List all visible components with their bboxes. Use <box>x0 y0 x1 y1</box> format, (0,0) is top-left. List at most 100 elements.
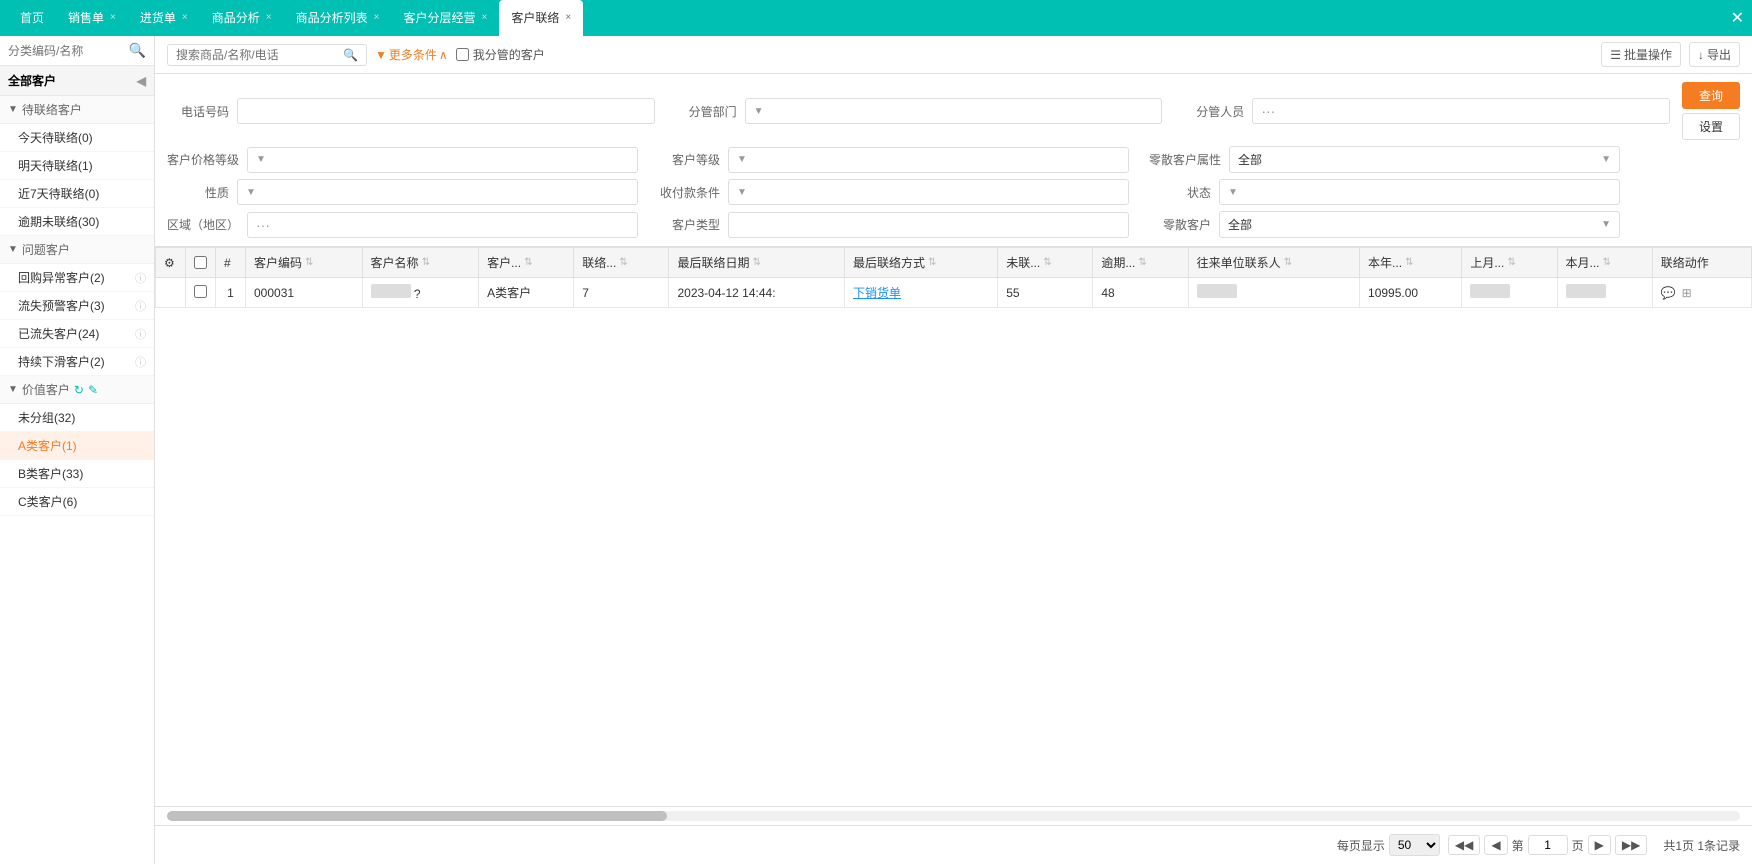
edit-icon[interactable]: ✎ <box>88 383 98 397</box>
th-last-contact-method[interactable]: 最后联络方式 ⇅ <box>845 248 998 278</box>
th-this-month[interactable]: 本月... ⇅ <box>1557 248 1652 278</box>
td-last-method[interactable]: 下销货单 <box>845 278 998 308</box>
nav-tab-0[interactable]: 销售单 × <box>56 0 128 36</box>
th-this-year[interactable]: 本年... ⇅ <box>1360 248 1462 278</box>
sidebar-item-repurchase-abnormal[interactable]: 回购异常客户(2) ⓘ <box>0 264 154 292</box>
sort-icon-type[interactable]: ⇅ <box>524 257 532 268</box>
customer-type-input[interactable] <box>728 212 1129 238</box>
nav-tab-3[interactable]: 商品分析列表 × <box>284 0 392 36</box>
th-checkbox[interactable] <box>186 248 216 278</box>
th-code[interactable]: 客户编码 ⇅ <box>246 248 363 278</box>
per-page-select[interactable]: 50 100 200 <box>1389 834 1440 856</box>
sidebar-item-class-c[interactable]: C类客户(6) <box>0 488 154 516</box>
dept-select[interactable]: ▼ <box>745 98 1163 124</box>
sidebar-item-overdue[interactable]: 逾期未联络(30) <box>0 208 154 236</box>
sort-icon-name[interactable]: ⇅ <box>422 257 430 268</box>
nav-tab-4[interactable]: 客户分层经营 × <box>391 0 499 36</box>
payment-select[interactable]: ▼ <box>728 179 1129 205</box>
grid-icon[interactable]: ⊞ <box>1682 286 1692 300</box>
prev-page-button[interactable]: ◀ <box>1484 835 1507 855</box>
sort-icon-year[interactable]: ⇅ <box>1405 257 1413 268</box>
sort-icon-last-month[interactable]: ⇅ <box>1507 257 1515 268</box>
th-name[interactable]: 客户名称 ⇅ <box>362 248 479 278</box>
row-last-method[interactable]: 下销货单 <box>853 286 901 300</box>
sidebar-all-customers[interactable]: 全部客户 ◀ <box>0 66 154 96</box>
retail-attr-select[interactable]: 全部 ▼ <box>1229 146 1620 173</box>
th-settings[interactable]: ⚙ <box>156 248 186 278</box>
sort-icon-method[interactable]: ⇅ <box>928 257 936 268</box>
row-checkbox[interactable] <box>194 285 207 298</box>
sidebar-item-lost-warning[interactable]: 流失预警客户(3) ⓘ <box>0 292 154 320</box>
sidebar-item-class-b[interactable]: B类客户(33) <box>0 460 154 488</box>
my-customers-checkbox[interactable] <box>456 48 469 61</box>
scroll-thumb[interactable] <box>167 811 667 821</box>
sort-icon-code[interactable]: ⇅ <box>305 257 313 268</box>
chat-icon[interactable]: 💬 <box>1661 286 1676 300</box>
sidebar-group-pending[interactable]: ▼ 待联络客户 <box>0 96 154 124</box>
sidebar-item-lost[interactable]: 已流失客户(24) ⓘ <box>0 320 154 348</box>
th-overdue[interactable]: 逾期... ⇅ <box>1093 248 1188 278</box>
query-button[interactable]: 查询 <box>1682 82 1740 109</box>
manager-input[interactable]: ··· <box>1252 98 1670 124</box>
tab-close-3[interactable]: × <box>374 0 380 36</box>
page-input[interactable] <box>1528 835 1568 855</box>
th-last-month[interactable]: 上月... ⇅ <box>1462 248 1557 278</box>
sidebar-collapse-icons[interactable]: ◀ <box>137 74 146 88</box>
sort-icon-date[interactable]: ⇅ <box>752 257 760 268</box>
export-button[interactable]: ↓ 导出 <box>1689 42 1740 67</box>
sidebar-group-value[interactable]: ▼ 价值客户 ↻ ✎ <box>0 376 154 404</box>
sidebar-search-input[interactable] <box>8 44 129 58</box>
data-table-wrapper[interactable]: ⚙ # 客户编码 ⇅ <box>155 247 1752 806</box>
sidebar-item-7days[interactable]: 近7天待联络(0) <box>0 180 154 208</box>
sort-icon-overdue[interactable]: ⇅ <box>1138 257 1146 268</box>
nav-tab-1[interactable]: 进货单 × <box>128 0 200 36</box>
sidebar-item-today[interactable]: 今天待联络(0) <box>0 124 154 152</box>
sidebar-item-declining[interactable]: 持续下滑客户(2) ⓘ <box>0 348 154 376</box>
customer-grade-select[interactable]: ▼ <box>728 147 1129 173</box>
th-customer-type[interactable]: 客户... ⇅ <box>479 248 574 278</box>
sort-icon-uncontacted[interactable]: ⇅ <box>1043 257 1051 268</box>
sort-icon-contact[interactable]: ⇅ <box>619 257 627 268</box>
sidebar-item-class-a[interactable]: A类客户(1) <box>0 432 154 460</box>
sidebar-search-icon[interactable]: 🔍 <box>129 42 146 59</box>
horizontal-scroll-area[interactable] <box>155 806 1752 825</box>
batch-ops-button[interactable]: ☰ 批量操作 <box>1601 42 1681 67</box>
th-uncontacted[interactable]: 未联... ⇅ <box>998 248 1093 278</box>
nav-tab-2[interactable]: 商品分析 × <box>200 0 284 36</box>
th-company-contact[interactable]: 往来单位联系人 ⇅ <box>1188 248 1359 278</box>
settings-button[interactable]: 设置 <box>1682 113 1740 140</box>
window-close-button[interactable]: ✕ <box>1731 8 1744 28</box>
tab-close-0[interactable]: × <box>110 0 116 36</box>
last-page-button[interactable]: ▶▶ <box>1615 835 1647 855</box>
select-all-checkbox[interactable] <box>194 256 207 269</box>
th-contact-count[interactable]: 联络... ⇅ <box>574 248 669 278</box>
th-last-contact-date[interactable]: 最后联络日期 ⇅ <box>669 248 845 278</box>
refresh-icon[interactable]: ↻ <box>74 383 84 397</box>
sidebar-item-unclassified[interactable]: 未分组(32) <box>0 404 154 432</box>
price-grade-select[interactable]: ▼ <box>247 147 638 173</box>
nav-tab-5[interactable]: 客户联络 × <box>499 0 583 36</box>
retail-customer-select[interactable]: 全部 ▼ <box>1219 211 1620 238</box>
tab-close-5[interactable]: × <box>565 0 571 36</box>
scroll-track[interactable] <box>167 811 1740 821</box>
sort-icon-this-month[interactable]: ⇅ <box>1603 257 1611 268</box>
nature-select[interactable]: ▼ <box>237 179 638 205</box>
filter-more-button[interactable]: ▼ 更多条件 ∧ <box>375 46 448 63</box>
filter-search-icon[interactable]: 🔍 <box>343 48 358 62</box>
first-page-button[interactable]: ◀◀ <box>1448 835 1480 855</box>
td-code[interactable]: 000031 <box>246 278 363 308</box>
sidebar-item-tomorrow[interactable]: 明天待联络(1) <box>0 152 154 180</box>
td-checkbox[interactable] <box>186 278 216 308</box>
sort-icon-company[interactable]: ⇅ <box>1284 257 1292 268</box>
tab-close-1[interactable]: × <box>182 0 188 36</box>
phone-input[interactable] <box>237 98 655 124</box>
status-select[interactable]: ▼ <box>1219 179 1620 205</box>
filter-search-input[interactable] <box>176 48 343 62</box>
tab-close-4[interactable]: × <box>481 0 487 36</box>
tab-close-2[interactable]: × <box>266 0 272 36</box>
next-page-button[interactable]: ▶ <box>1588 835 1611 855</box>
collapse-icon[interactable]: ◀ <box>137 74 146 88</box>
region-input[interactable]: ··· <box>247 212 638 238</box>
nav-home[interactable]: 首页 <box>8 0 56 36</box>
td-name[interactable]: ? <box>362 278 479 308</box>
